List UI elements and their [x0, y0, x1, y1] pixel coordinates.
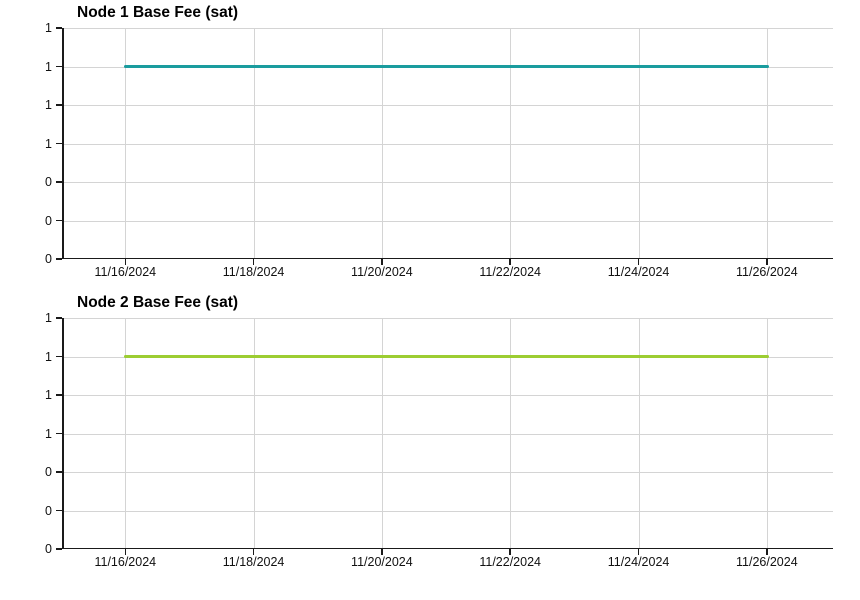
- y-axis-tick: [56, 548, 62, 550]
- gridline-horizontal: [62, 182, 833, 183]
- y-axis-tick: [56, 356, 62, 358]
- gridline-vertical: [382, 318, 383, 549]
- x-axis-line: [62, 258, 833, 260]
- gridline-vertical: [382, 28, 383, 259]
- y-axis-tick: [56, 66, 62, 68]
- y-tick-label: 1: [18, 310, 52, 326]
- y-axis-tick: [56, 220, 62, 222]
- y-tick-label: 1: [18, 349, 52, 365]
- x-tick-label: 11/24/2024: [594, 264, 684, 281]
- y-axis-tick: [56, 27, 62, 29]
- chart-node2-base-fee: Node 2 Base Fee (sat) 1 1 1 1 0 0 0 11/16/2024 1…: [0, 290, 860, 580]
- gridline-vertical: [639, 28, 640, 259]
- x-tick-label: 11/18/2024: [209, 264, 299, 281]
- y-axis-line: [62, 318, 64, 549]
- x-tick-label: 11/24/2024: [594, 554, 684, 571]
- x-tick-label: 11/26/2024: [722, 264, 812, 281]
- chart-title: Node 2 Base Fee (sat): [77, 294, 238, 312]
- gridline-horizontal: [62, 511, 833, 512]
- y-tick-label: 0: [18, 541, 52, 557]
- gridline-vertical: [254, 28, 255, 259]
- gridline-horizontal: [62, 221, 833, 222]
- y-axis-line: [62, 28, 64, 259]
- y-tick-label: 1: [18, 59, 52, 75]
- gridline-vertical: [510, 28, 511, 259]
- x-tick-label: 11/26/2024: [722, 554, 812, 571]
- series-line-node2: [124, 355, 769, 358]
- x-tick-label: 11/18/2024: [209, 554, 299, 571]
- gridline-horizontal: [62, 105, 833, 106]
- y-axis-tick: [56, 258, 62, 260]
- gridline-horizontal: [62, 395, 833, 396]
- x-tick-label: 11/16/2024: [80, 264, 170, 281]
- x-axis-line: [62, 548, 833, 550]
- plot-area: [62, 28, 833, 259]
- gridline-vertical: [767, 28, 768, 259]
- gridline-vertical: [767, 318, 768, 549]
- y-tick-label: 1: [18, 426, 52, 442]
- y-tick-label: 0: [18, 503, 52, 519]
- x-tick-label: 11/22/2024: [465, 264, 555, 281]
- y-tick-label: 1: [18, 136, 52, 152]
- chart-title: Node 1 Base Fee (sat): [77, 4, 238, 22]
- y-axis-tick: [56, 433, 62, 435]
- x-tick-label: 11/16/2024: [80, 554, 170, 571]
- x-tick-label: 11/20/2024: [337, 264, 427, 281]
- gridline-vertical: [254, 318, 255, 549]
- x-tick-label: 11/20/2024: [337, 554, 427, 571]
- gridline-vertical: [125, 318, 126, 549]
- chart-node1-base-fee: Node 1 Base Fee (sat) 1 1 1 1 0 0 0 11/16/2024 1…: [0, 0, 860, 290]
- y-tick-label: 1: [18, 20, 52, 36]
- gridline-vertical: [125, 28, 126, 259]
- y-tick-label: 0: [18, 174, 52, 190]
- y-tick-label: 0: [18, 213, 52, 229]
- y-tick-label: 1: [18, 387, 52, 403]
- y-axis-tick: [56, 510, 62, 512]
- y-axis-tick: [56, 181, 62, 183]
- gridline-horizontal: [62, 318, 833, 319]
- y-tick-label: 1: [18, 97, 52, 113]
- series-line-node1: [124, 65, 769, 68]
- gridline-vertical: [510, 318, 511, 549]
- gridline-horizontal: [62, 472, 833, 473]
- gridline-horizontal: [62, 144, 833, 145]
- y-tick-label: 0: [18, 464, 52, 480]
- y-axis-tick: [56, 471, 62, 473]
- y-axis-tick: [56, 104, 62, 106]
- chart-page: Node 1 Base Fee (sat) 1 1 1 1 0 0 0 11/16/2024 1…: [0, 0, 860, 600]
- gridline-horizontal: [62, 28, 833, 29]
- x-tick-label: 11/22/2024: [465, 554, 555, 571]
- y-axis-tick: [56, 394, 62, 396]
- gridline-vertical: [639, 318, 640, 549]
- y-axis-tick: [56, 317, 62, 319]
- y-axis-tick: [56, 143, 62, 145]
- gridline-horizontal: [62, 434, 833, 435]
- plot-area: [62, 318, 833, 549]
- y-tick-label: 0: [18, 251, 52, 267]
